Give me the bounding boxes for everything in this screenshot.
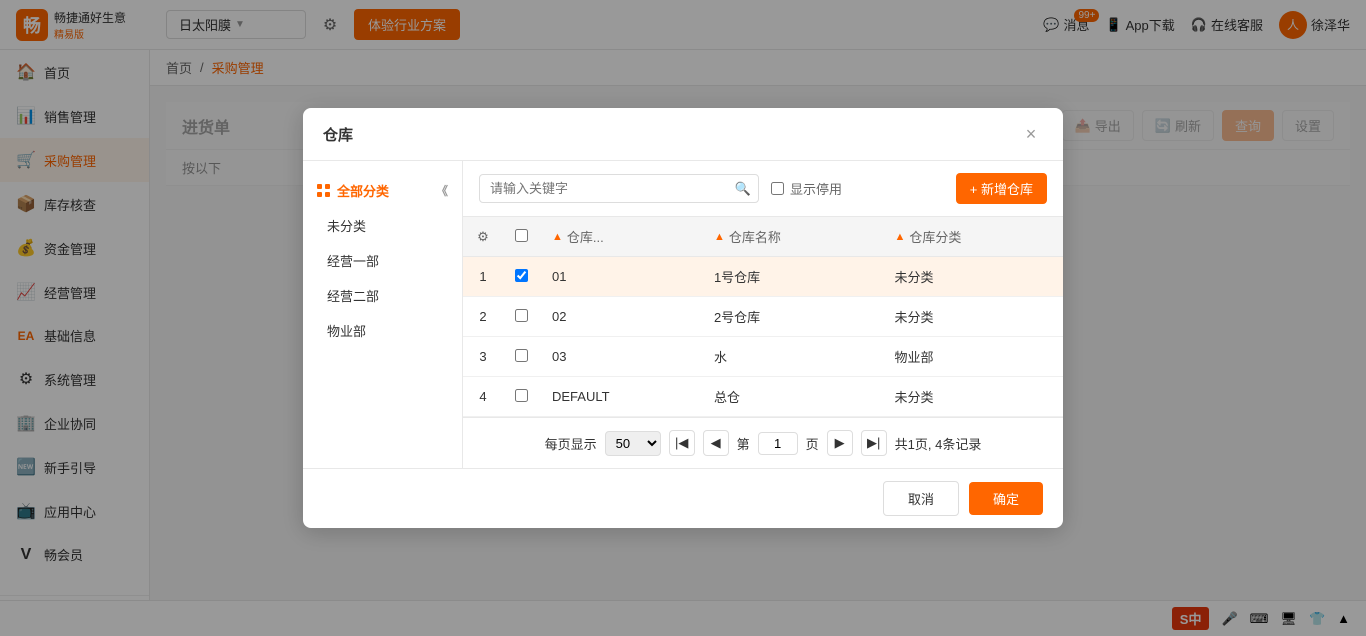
col-category: ▲ 仓库分类 bbox=[882, 217, 1063, 257]
row-no: 4 bbox=[463, 377, 503, 417]
row-name: 水 bbox=[702, 337, 883, 377]
modal-header: 仓库 × bbox=[303, 108, 1063, 161]
modal-close-button[interactable]: × bbox=[1019, 122, 1043, 146]
sort-icon-name: ▲ bbox=[714, 231, 725, 243]
prev-page-button[interactable]: ◀ bbox=[703, 430, 729, 456]
row-checkbox[interactable] bbox=[503, 297, 540, 337]
modal-footer: 取消 确定 bbox=[303, 468, 1063, 528]
row-code: 01 bbox=[540, 257, 702, 297]
row-no: 1 bbox=[463, 257, 503, 297]
col-name: ▲ 仓库名称 bbox=[702, 217, 883, 257]
search-icon[interactable]: 🔍 bbox=[735, 181, 751, 197]
modal-overlay: 仓库 × 全部分类 《 未分类 经营一部 经营二部 物业部 bbox=[0, 0, 1366, 636]
table-row[interactable]: 3 03 水 物业部 bbox=[463, 337, 1063, 377]
search-input[interactable] bbox=[479, 174, 759, 203]
confirm-button[interactable]: 确定 bbox=[969, 482, 1043, 515]
warehouse-modal: 仓库 × 全部分类 《 未分类 经营一部 经营二部 物业部 bbox=[303, 108, 1063, 528]
category-item-ops1[interactable]: 经营一部 bbox=[303, 243, 462, 278]
col-code: ▲ 仓库... bbox=[540, 217, 702, 257]
total-info: 共1页, 4条记录 bbox=[895, 434, 982, 453]
row-name: 总仓 bbox=[702, 377, 883, 417]
page-label: 第 bbox=[737, 434, 750, 453]
next-page-button[interactable]: ▶ bbox=[827, 430, 853, 456]
category-panel: 全部分类 《 未分类 经营一部 经营二部 物业部 bbox=[303, 161, 463, 468]
last-page-button[interactable]: ▶| bbox=[861, 430, 887, 456]
category-item-ops2[interactable]: 经营二部 bbox=[303, 278, 462, 313]
all-category-item[interactable]: 全部分类 《 bbox=[303, 173, 462, 208]
row-checkbox[interactable] bbox=[503, 337, 540, 377]
row-name: 2号仓库 bbox=[702, 297, 883, 337]
page-unit: 页 bbox=[806, 434, 819, 453]
page-size-label: 每页显示 bbox=[545, 434, 597, 453]
row-name: 1号仓库 bbox=[702, 257, 883, 297]
search-bar: 🔍 显示停用 + 新增仓库 bbox=[463, 161, 1063, 217]
sort-icon-cat: ▲ bbox=[894, 231, 905, 243]
new-warehouse-button[interactable]: + 新增仓库 bbox=[956, 173, 1047, 204]
row-checkbox[interactable] bbox=[503, 377, 540, 417]
table-panel: 🔍 显示停用 + 新增仓库 ⚙ bbox=[463, 161, 1063, 468]
sort-icon: ▲ bbox=[552, 231, 563, 243]
row-category: 物业部 bbox=[882, 337, 1063, 377]
row-no: 3 bbox=[463, 337, 503, 377]
row-code: 02 bbox=[540, 297, 702, 337]
show-disabled-label[interactable]: 显示停用 bbox=[771, 179, 842, 198]
table-row[interactable]: 4 DEFAULT 总仓 未分类 bbox=[463, 377, 1063, 417]
row-category: 未分类 bbox=[882, 377, 1063, 417]
table-row[interactable]: 1 01 1号仓库 未分类 bbox=[463, 257, 1063, 297]
col-checkbox bbox=[503, 217, 540, 257]
category-item-property[interactable]: 物业部 bbox=[303, 313, 462, 348]
collapse-icon[interactable]: 《 bbox=[436, 182, 448, 199]
warehouse-table: ⚙ ▲ 仓库... bbox=[463, 217, 1063, 417]
cancel-button[interactable]: 取消 bbox=[883, 481, 959, 516]
all-category-label: 全部分类 bbox=[337, 181, 389, 200]
table-row[interactable]: 2 02 2号仓库 未分类 bbox=[463, 297, 1063, 337]
table-body: 1 01 1号仓库 未分类 2 02 2号仓库 未分类 3 03 水 物业部 4… bbox=[463, 257, 1063, 417]
modal-title: 仓库 bbox=[323, 124, 353, 145]
modal-body: 全部分类 《 未分类 经营一部 经营二部 物业部 🔍 bbox=[303, 161, 1063, 468]
row-no: 2 bbox=[463, 297, 503, 337]
page-number-input[interactable] bbox=[758, 432, 798, 455]
pagination: 每页显示 50 20 100 |◀ ◀ 第 页 ▶ ▶| 共1页, 4条记录 bbox=[463, 417, 1063, 468]
row-category: 未分类 bbox=[882, 297, 1063, 337]
table-settings-icon[interactable]: ⚙ bbox=[477, 229, 489, 244]
category-grid-icon bbox=[317, 184, 331, 198]
category-item-unclassified[interactable]: 未分类 bbox=[303, 208, 462, 243]
row-category: 未分类 bbox=[882, 257, 1063, 297]
show-disabled-checkbox[interactable] bbox=[771, 182, 784, 195]
row-checkbox[interactable] bbox=[503, 257, 540, 297]
search-input-wrap: 🔍 bbox=[479, 174, 759, 203]
first-page-button[interactable]: |◀ bbox=[669, 430, 695, 456]
table-header: ⚙ ▲ 仓库... bbox=[463, 217, 1063, 257]
col-settings: ⚙ bbox=[463, 217, 503, 257]
row-code: DEFAULT bbox=[540, 377, 702, 417]
select-all-checkbox[interactable] bbox=[515, 229, 528, 242]
row-code: 03 bbox=[540, 337, 702, 377]
page-size-select[interactable]: 50 20 100 bbox=[605, 431, 661, 456]
table-scroll: ⚙ ▲ 仓库... bbox=[463, 217, 1063, 417]
